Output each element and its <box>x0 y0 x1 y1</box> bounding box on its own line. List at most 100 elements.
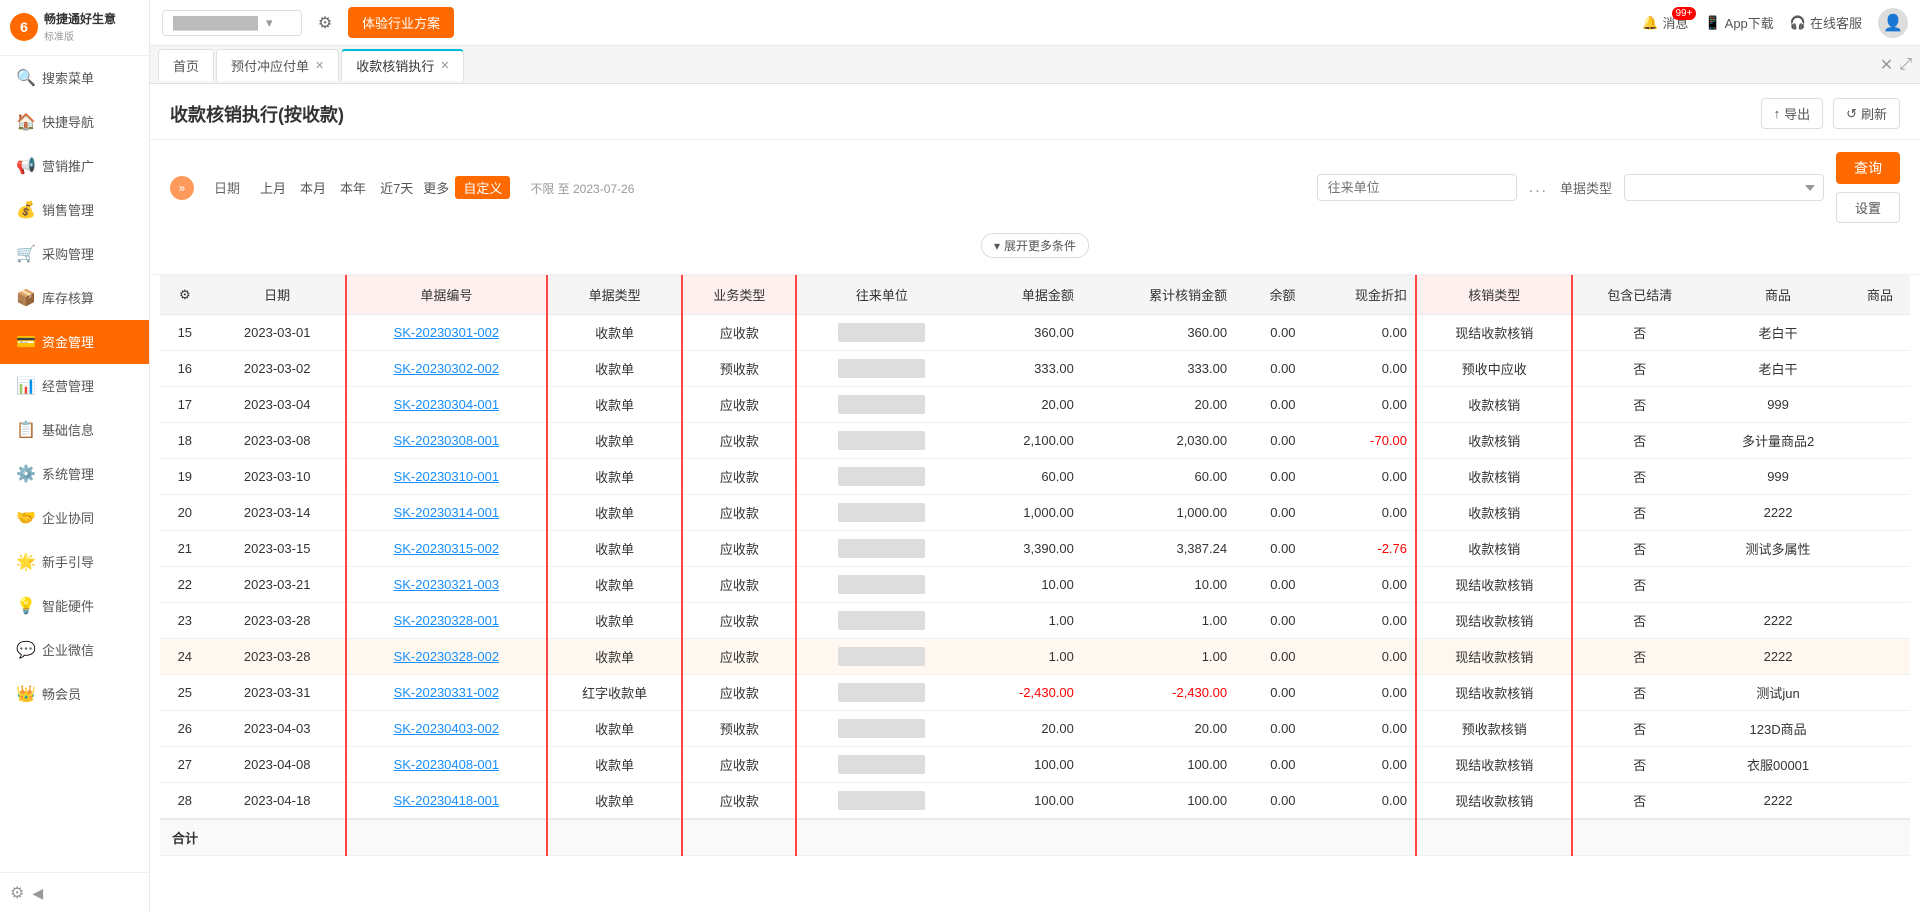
th-clear-type: 核销类型 <box>1416 275 1572 315</box>
refresh-button[interactable]: ↺ 刷新 <box>1833 98 1900 129</box>
bill-type-select[interactable] <box>1624 174 1824 201</box>
user-avatar[interactable]: 👤 <box>1878 8 1908 38</box>
cell-bill-no: SK-20230408-001 <box>346 747 547 783</box>
company-selector[interactable]: ██████████ ▾ <box>162 10 302 36</box>
sidebar-item-finance[interactable]: 💳 资金管理 <box>0 320 149 364</box>
app-download-button[interactable]: 📱 App下载 <box>1704 13 1773 32</box>
th-partner: 往来单位 <box>796 275 966 315</box>
cell-product2 <box>1850 675 1910 711</box>
gear-icon[interactable]: ⚙ <box>310 8 340 38</box>
bill-no-link[interactable]: SK-20230408-001 <box>394 757 500 772</box>
bill-no-link[interactable]: SK-20230308-001 <box>394 433 500 448</box>
bill-no-link[interactable]: SK-20230418-001 <box>394 793 500 808</box>
cell-clear-type: 收款核销 <box>1416 459 1572 495</box>
sidebar-menu: 🔍 搜索菜单 🏠 快捷导航 📢 营销推广 💰 销售管理 🛒 采购管理 📦 库存核… <box>0 56 149 872</box>
table-body: 15 2023-03-01 SK-20230301-002 收款单 应收款 ██… <box>160 315 1910 856</box>
bill-no-link[interactable]: SK-20230321-003 <box>394 577 500 592</box>
cell-date: 2023-03-01 <box>210 315 346 351</box>
bill-no-link[interactable]: SK-20230315-002 <box>394 541 500 556</box>
cell-idx: 28 <box>160 783 210 820</box>
bill-no-link[interactable]: SK-20230301-002 <box>394 325 500 340</box>
tab-home[interactable]: 首页 <box>158 49 214 81</box>
th-biz-type: 业务类型 <box>682 275 796 315</box>
tab-collect-close-icon[interactable]: ✕ <box>440 59 449 72</box>
cell-cumulative: 360.00 <box>1082 315 1235 351</box>
online-service-button[interactable]: 🎧 在线客服 <box>1790 13 1862 32</box>
marketing-icon: 📢 <box>16 156 34 176</box>
partner-input[interactable] <box>1317 174 1517 201</box>
expand-filter-button[interactable]: ▾ 展开更多条件 <box>981 233 1089 258</box>
filter-settings-button[interactable]: 设置 <box>1836 192 1900 223</box>
bill-no-link[interactable]: SK-20230331-002 <box>394 685 500 700</box>
cell-cash-discount: 0.00 <box>1304 387 1416 423</box>
date-custom-btn[interactable]: 自定义 <box>455 176 510 199</box>
query-button[interactable]: 查询 <box>1836 152 1900 184</box>
cell-date: 2023-03-21 <box>210 567 346 603</box>
sidebar-item-guide[interactable]: 🏠 快捷导航 <box>0 100 149 144</box>
date-btn-last-month[interactable]: 上月 <box>256 176 290 199</box>
bill-no-link[interactable]: SK-20230304-001 <box>394 397 500 412</box>
guide-icon: 🏠 <box>16 112 34 132</box>
sidebar-item-hardware[interactable]: 💡 智能硬件 <box>0 584 149 628</box>
cell-product: 测试jun <box>1706 675 1850 711</box>
sidebar-settings-icon[interactable]: ⚙ <box>10 883 24 903</box>
sidebar-item-inventory[interactable]: 📦 库存核算 <box>0 276 149 320</box>
bill-no-link[interactable]: SK-20230310-001 <box>394 469 500 484</box>
bill-no-link[interactable]: SK-20230403-002 <box>394 721 500 736</box>
cell-product2 <box>1850 423 1910 459</box>
cell-product: 999 <box>1706 459 1850 495</box>
cell-idx: 26 <box>160 711 210 747</box>
date-btn-7days[interactable]: 近7天 <box>376 176 417 199</box>
sidebar-item-basics[interactable]: 📋 基础信息 <box>0 408 149 452</box>
corp-icon: 🤝 <box>16 508 34 528</box>
sidebar-item-corp[interactable]: 🤝 企业协同 <box>0 496 149 540</box>
sidebar-item-label-marketing: 营销推广 <box>42 156 94 175</box>
sidebar-collapse-icon[interactable]: ◀ <box>32 885 43 902</box>
tab-collect-cancel[interactable]: 收款核销执行 ✕ <box>341 49 464 81</box>
notification-button[interactable]: 🔔 消息 99+ <box>1642 13 1688 32</box>
date-btn-more[interactable]: 更多 <box>423 178 449 197</box>
search-menu-icon: 🔍 <box>16 68 34 88</box>
sidebar-item-wechat[interactable]: 💬 企业微信 <box>0 628 149 672</box>
cell-product: 2222 <box>1706 495 1850 531</box>
table-wrapper[interactable]: ⚙ 日期 单据编号 单据类型 业务类型 往来单位 单据金额 累计核销金额 余额 … <box>150 275 1920 913</box>
cell-bill-no: SK-20230418-001 <box>346 783 547 820</box>
cell-idx: 16 <box>160 351 210 387</box>
cell-partner: ██████ <box>796 423 966 459</box>
cell-product2 <box>1850 783 1910 820</box>
sidebar-item-search[interactable]: 🔍 搜索菜单 <box>0 56 149 100</box>
cell-cumulative: 60.00 <box>1082 459 1235 495</box>
sidebar-item-purchase[interactable]: 🛒 采购管理 <box>0 232 149 276</box>
sidebar-item-sales[interactable]: 💰 销售管理 <box>0 188 149 232</box>
cell-bill-type: 收款单 <box>547 639 682 675</box>
bill-no-link[interactable]: SK-20230328-002 <box>394 649 500 664</box>
bill-no-link[interactable]: SK-20230302-002 <box>394 361 500 376</box>
bill-no-link[interactable]: SK-20230328-001 <box>394 613 500 628</box>
tab-close-all-icon[interactable]: ✕ <box>1880 55 1893 75</box>
cell-include-settled: 否 <box>1572 387 1706 423</box>
export-button[interactable]: ↑ 导出 <box>1761 98 1824 129</box>
tab-expand-icon[interactable]: ⤢ <box>1899 56 1912 74</box>
cell-idx: 15 <box>160 315 210 351</box>
sidebar-item-ops[interactable]: 📊 经营管理 <box>0 364 149 408</box>
filter-toggle-button[interactable]: » <box>170 176 194 200</box>
sidebar-item-label-purchase: 采购管理 <box>42 244 94 263</box>
cell-include-settled: 否 <box>1572 747 1706 783</box>
sidebar-item-marketing[interactable]: 📢 营销推广 <box>0 144 149 188</box>
cell-biz-type: 应收款 <box>682 531 796 567</box>
bill-no-link[interactable]: SK-20230314-001 <box>394 505 500 520</box>
cell-idx: 23 <box>160 603 210 639</box>
date-btn-this-month[interactable]: 本月 <box>296 176 330 199</box>
sidebar-item-member[interactable]: 👑 畅会员 <box>0 672 149 716</box>
sidebar-item-system[interactable]: ⚙️ 系统管理 <box>0 452 149 496</box>
app-download-label: App下载 <box>1725 13 1774 32</box>
tab-prepay-close-icon[interactable]: ✕ <box>315 59 324 72</box>
cell-include-settled: 否 <box>1572 531 1706 567</box>
tab-prepay-bill[interactable]: 预付冲应付单 ✕ <box>216 49 339 81</box>
date-btn-this-year[interactable]: 本年 <box>336 176 370 199</box>
solution-button[interactable]: 体验行业方案 <box>348 7 454 38</box>
filter-more-options[interactable]: ... <box>1529 179 1548 197</box>
sidebar-item-label-corp: 企业协同 <box>42 508 94 527</box>
topbar: ██████████ ▾ ⚙ 体验行业方案 🔔 消息 99+ 📱 App下载 🎧… <box>150 0 1920 46</box>
sidebar-item-newbie[interactable]: 🌟 新手引导 <box>0 540 149 584</box>
